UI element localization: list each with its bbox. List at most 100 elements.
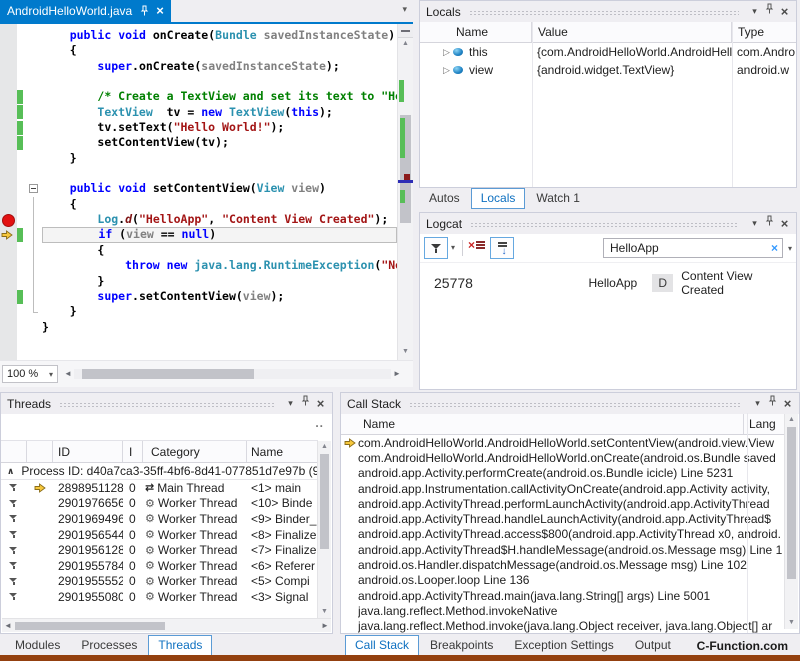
column-header[interactable]: Value [532, 22, 732, 42]
tab-output[interactable]: Output [625, 635, 681, 656]
scroll-right-icon[interactable]: ► [319, 619, 331, 632]
logcat-search-input[interactable]: HelloApp × [603, 238, 783, 258]
flag-funnel-icon[interactable] [9, 562, 19, 569]
tab-processes[interactable]: Processes [71, 635, 147, 656]
line-gutter[interactable] [0, 304, 17, 319]
editor-horizontal-scrollbar[interactable]: ◄ ► [62, 365, 403, 383]
line-gutter[interactable] [0, 258, 17, 273]
close-icon[interactable]: × [313, 397, 328, 411]
callstack-frame-row[interactable]: android.os.Handler.dispatchMessage(andro… [341, 557, 785, 572]
line-gutter[interactable] [0, 135, 17, 150]
tab-modules[interactable]: Modules [5, 635, 70, 656]
scroll-left-icon[interactable]: ◄ [2, 619, 14, 632]
scroll-up-icon[interactable]: ▲ [398, 38, 413, 50]
code-text[interactable]: { [42, 43, 397, 58]
callstack-frame-row[interactable]: java.lang.reflect.Method.invoke(java.lan… [341, 619, 785, 634]
thread-row[interactable]: 29019557840⚙Worker Thread<6> Referer [1, 558, 318, 574]
fold-margin[interactable] [26, 304, 42, 319]
line-gutter[interactable] [0, 243, 17, 258]
editor-zoom-select[interactable]: 100 % ▾ [2, 365, 58, 383]
thread-row[interactable]: 28989511280⇄Main Thread<1> main [1, 480, 318, 496]
toolbar-overflow-icon[interactable]: .. [315, 416, 324, 430]
fold-margin[interactable] [26, 289, 42, 304]
code-text[interactable]: setContentView(tv); [42, 135, 397, 150]
locals-titlebar[interactable]: Locals ▾ × [420, 1, 796, 22]
close-icon[interactable]: × [777, 5, 792, 19]
flag-funnel-icon[interactable] [9, 593, 19, 600]
close-icon[interactable]: × [777, 217, 792, 231]
code-text[interactable]: public void setContentView(View view) [42, 181, 397, 196]
code-line[interactable]: } [0, 151, 397, 166]
close-icon[interactable]: × [156, 5, 164, 17]
column-header[interactable]: Type [732, 22, 796, 42]
pin-icon[interactable] [140, 5, 149, 17]
flag-funnel-icon[interactable] [9, 578, 19, 585]
fold-margin[interactable] [26, 28, 42, 43]
filter-button[interactable] [424, 237, 448, 259]
editor-vertical-scrollbar[interactable]: ▲ ▼ [397, 24, 413, 360]
threads-vertical-scrollbar[interactable]: ▲ ▼ [317, 441, 331, 618]
column-header[interactable]: Lang [743, 414, 785, 434]
thread-row[interactable]: 29019550800⚙Worker Thread<3> Signal [1, 589, 318, 605]
line-gutter[interactable] [0, 43, 17, 58]
scroll-left-icon[interactable]: ◄ [62, 365, 74, 383]
code-text[interactable]: } [42, 151, 397, 166]
clear-search-icon[interactable]: × [771, 241, 778, 255]
code-line[interactable]: { [0, 197, 397, 212]
column-header[interactable]: Name [341, 417, 743, 431]
code-line[interactable] [0, 166, 397, 181]
line-gutter[interactable] [0, 197, 17, 212]
code-line[interactable]: TextView tv = new TextView(this); [0, 105, 397, 120]
code-line[interactable]: super.setContentView(view); [0, 289, 397, 304]
collapse-region-icon[interactable] [29, 184, 38, 193]
column-header[interactable]: ID [53, 441, 123, 462]
column-header[interactable]: Category [143, 441, 247, 462]
tab-watch-1[interactable]: Watch 1 [526, 188, 590, 209]
flag-funnel-icon[interactable] [9, 484, 19, 491]
line-gutter[interactable] [0, 105, 17, 120]
code-text[interactable]: tv.setText("Hello World!"); [42, 120, 397, 135]
window-position-icon[interactable]: ▾ [750, 396, 765, 411]
scroll-down-icon[interactable]: ▼ [318, 606, 331, 618]
fold-margin[interactable] [26, 320, 42, 335]
code-text[interactable]: /* Create a TextView and set its text to… [42, 89, 397, 104]
document-list-chevron-icon[interactable]: ▾ [402, 4, 407, 15]
tab-breakpoints[interactable]: Breakpoints [420, 635, 503, 656]
fold-margin[interactable] [26, 212, 42, 227]
callstack-frame-row[interactable]: android.app.ActivityThread.access$800(an… [341, 527, 785, 542]
line-gutter[interactable] [0, 166, 17, 181]
line-gutter[interactable] [0, 212, 17, 227]
fold-margin[interactable] [26, 59, 42, 74]
document-tab[interactable]: AndroidHelloWorld.java × [0, 0, 171, 22]
callstack-vertical-scrollbar[interactable]: ▲ ▼ [784, 414, 798, 629]
scroll-down-icon[interactable]: ▼ [785, 617, 798, 629]
scroll-up-icon[interactable]: ▲ [785, 414, 798, 426]
scrollbar-track[interactable] [74, 369, 391, 379]
flag-funnel-icon[interactable] [9, 500, 19, 507]
code-text[interactable]: throw new java.lang.RuntimeException("No… [42, 258, 397, 273]
thread-row[interactable]: 29019561280⚙Worker Thread<7> Finalize [1, 542, 318, 558]
tab-locals[interactable]: Locals [471, 188, 526, 209]
callstack-frame-row[interactable]: com.AndroidHelloWorld.AndroidHelloWorld.… [341, 435, 785, 450]
fold-margin[interactable] [26, 258, 42, 273]
column-divider[interactable] [747, 413, 748, 633]
logcat-entry[interactable]: 25778 HelloApp D Content View Created [434, 269, 796, 297]
code-editor[interactable]: public void onCreate(Bundle savedInstanc… [0, 22, 413, 360]
thread-row[interactable]: 29019766560⚙Worker Thread<10> Binde [1, 496, 318, 512]
pin-icon[interactable] [765, 395, 780, 412]
code-line[interactable]: /* Create a TextView and set its text to… [0, 89, 397, 104]
fold-margin[interactable] [26, 89, 42, 104]
fold-margin[interactable] [26, 105, 42, 120]
locals-row[interactable]: ▷this{com.AndroidHelloWorld.AndroidHello… [420, 43, 796, 61]
fold-margin[interactable] [26, 151, 42, 166]
code-line[interactable]: } [0, 274, 397, 289]
code-line[interactable]: super.onCreate(savedInstanceState); [0, 59, 397, 74]
code-line[interactable]: { [0, 43, 397, 58]
scrollbar-thumb[interactable] [82, 369, 254, 379]
fold-margin[interactable] [26, 166, 42, 181]
threads-horizontal-scrollbar[interactable]: ◄ ► [2, 618, 331, 632]
search-dropdown-icon[interactable]: ▾ [788, 244, 792, 253]
fold-margin[interactable] [26, 135, 42, 150]
column-divider[interactable] [532, 22, 533, 187]
thread-row[interactable]: 29019694960⚙Worker Thread<9> Binder_ [1, 511, 318, 527]
